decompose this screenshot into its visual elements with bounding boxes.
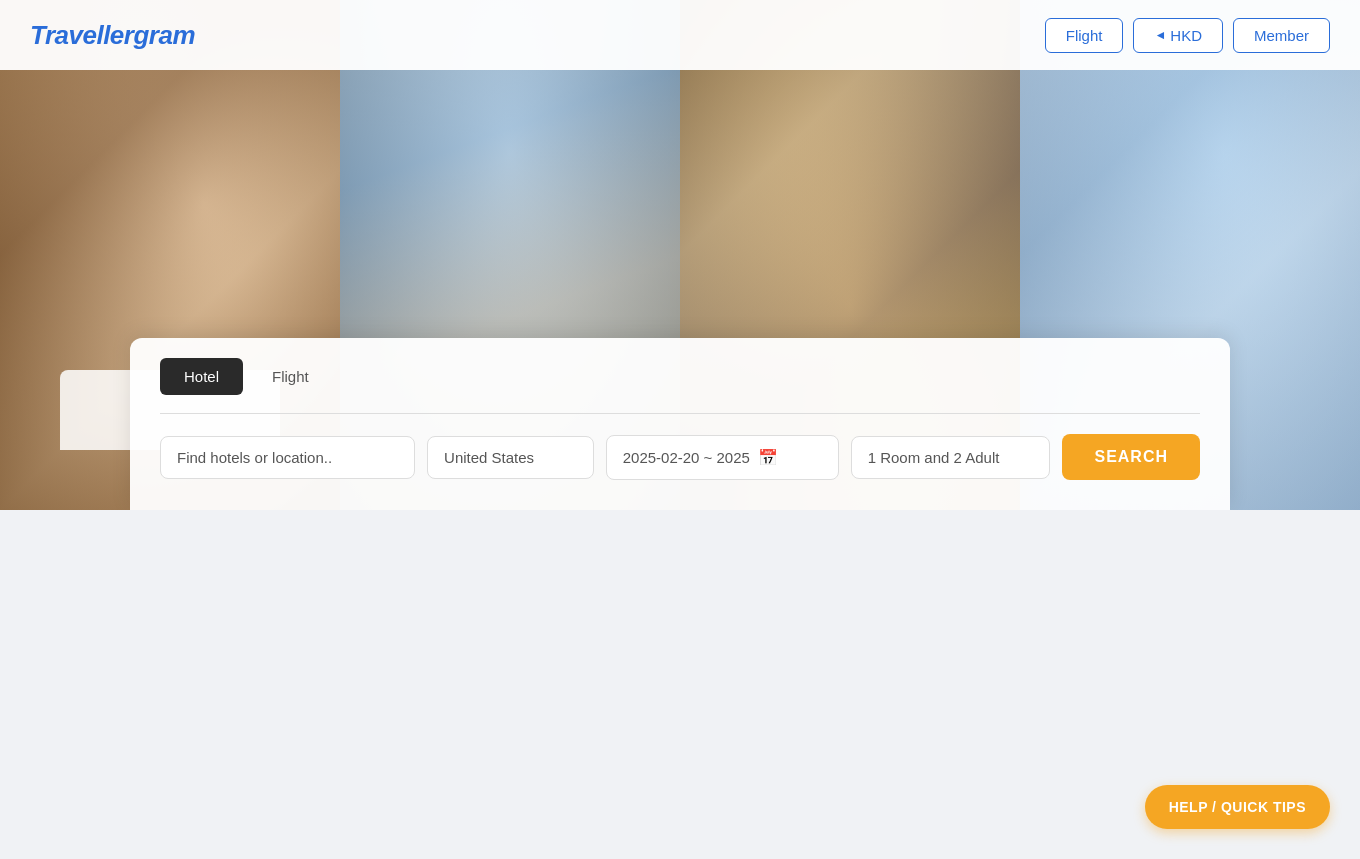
search-button[interactable]: SEARCH [1062,434,1200,480]
search-panel: Hotel Flight Find hotels or location.. U… [130,338,1230,510]
hero-section: Hotel Flight Find hotels or location.. U… [0,0,1360,510]
arrow-left-icon: ◄ [1154,28,1166,42]
header-nav: Flight ◄ HKD Member [1045,18,1330,53]
tab-flight[interactable]: Flight [247,358,334,395]
country-select[interactable]: United States [427,436,594,479]
help-button[interactable]: HELP / QUICK TIPS [1145,785,1330,829]
header: Travellergram Flight ◄ HKD Member [0,0,1360,70]
search-tabs: Hotel Flight [160,358,1200,395]
member-button[interactable]: Member [1233,18,1330,53]
hkd-button[interactable]: ◄ HKD [1133,18,1223,53]
search-fields: Find hotels or location.. United States … [160,434,1200,480]
dates-picker[interactable]: 2025-02-20 ~ 2025 📅 [606,435,839,480]
logo[interactable]: Travellergram [30,20,195,51]
tab-divider [160,413,1200,414]
location-input[interactable]: Find hotels or location.. [160,436,415,479]
calendar-icon: 📅 [758,448,778,467]
tab-hotel[interactable]: Hotel [160,358,243,395]
rooms-select[interactable]: 1 Room and 2 Adult [851,436,1051,479]
flight-nav-button[interactable]: Flight [1045,18,1124,53]
